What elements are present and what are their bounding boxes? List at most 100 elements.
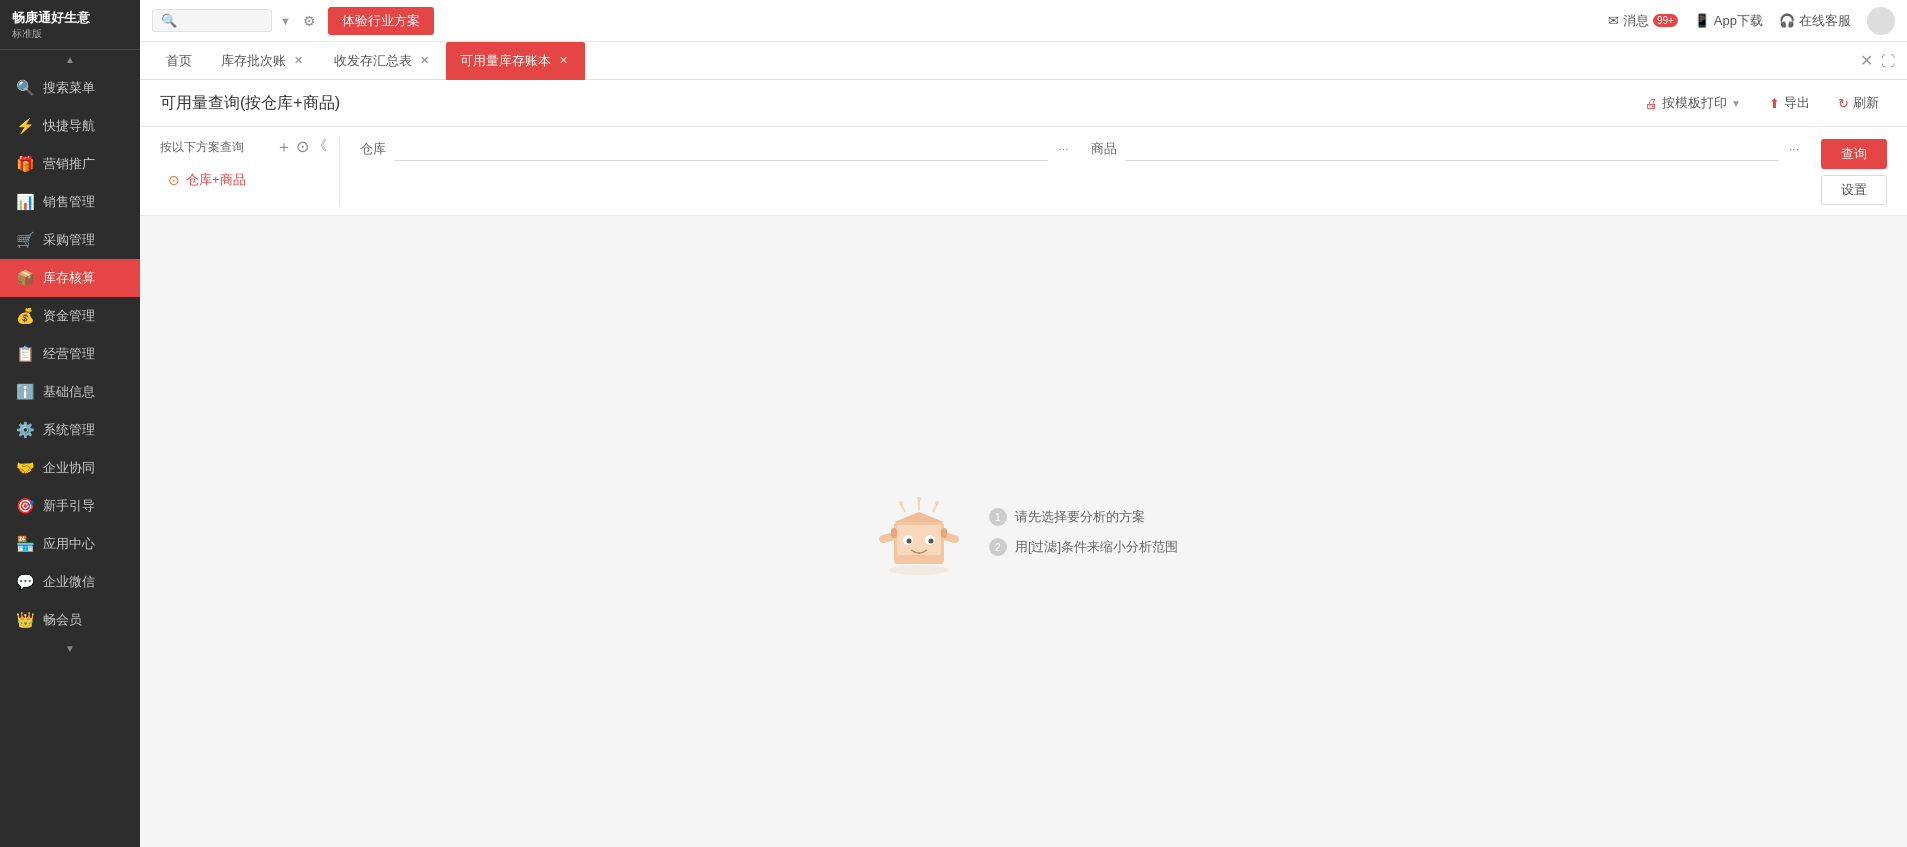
tab-home[interactable]: 首页 xyxy=(152,42,207,80)
goods-label: 商品 xyxy=(1091,140,1117,158)
sidebar-item-finance[interactable]: 💰 资金管理 xyxy=(0,297,140,335)
tab-close-icon[interactable]: ✕ xyxy=(557,53,570,68)
sidebar-item-marketing[interactable]: 🎁 营销推广 xyxy=(0,145,140,183)
headset-icon: 🎧 xyxy=(1779,13,1795,28)
scheme-item-icon: ⊙ xyxy=(168,172,180,188)
settings-scheme-icon[interactable]: ⊙ xyxy=(296,137,309,158)
sidebar-item-app-center[interactable]: 🏪 应用中心 xyxy=(0,525,140,563)
topbar-right: ✉ 消息 99+ 📱 App下载 🎧 在线客服 xyxy=(1608,7,1895,35)
trial-button[interactable]: 体验行业方案 xyxy=(328,7,434,35)
online-service-button[interactable]: 🎧 在线客服 xyxy=(1779,12,1851,30)
empty-tip-1: 1 请先选择要分析的方案 xyxy=(989,508,1178,526)
topbar-search-box[interactable]: 🔍 xyxy=(152,9,272,32)
tabs-right-actions: ✕ ⛶ xyxy=(1860,51,1895,70)
app-download-button[interactable]: 📱 App下载 xyxy=(1694,12,1763,30)
message-badge: 99+ xyxy=(1653,14,1678,27)
sidebar-item-purchase[interactable]: 🛒 采购管理 xyxy=(0,221,140,259)
sidebar-item-guide[interactable]: 🎯 新手引导 xyxy=(0,487,140,525)
tab-available-qty[interactable]: 可用量库存账本 ✕ xyxy=(446,42,585,80)
tab-stock-summary[interactable]: 收发存汇总表 ✕ xyxy=(320,42,446,80)
main-area: 🔍 ▼ ⚙ 体验行业方案 ✉ 消息 99+ 📱 App下载 🎧 在线客服 xyxy=(140,0,1907,847)
svg-point-6 xyxy=(928,538,933,543)
sidebar-item-quick-nav[interactable]: ⚡ 快捷导航 xyxy=(0,107,140,145)
filter-area: 按以下方案查询 ＋ ⊙ 《 ⊙ 仓库+商品 仓库 xyxy=(140,127,1907,216)
scheme-item-label: 仓库+商品 xyxy=(186,171,246,189)
sidebar-item-weixin[interactable]: 💬 企业微信 xyxy=(0,563,140,601)
sidebar-item-system[interactable]: ⚙️ 系统管理 xyxy=(0,411,140,449)
sidebar-item-label: 新手引导 xyxy=(43,497,95,515)
gear-icon[interactable]: ⚙ xyxy=(299,13,320,29)
sidebar-item-enterprise[interactable]: 🤝 企业协同 xyxy=(0,449,140,487)
export-icon: ⬆ xyxy=(1769,96,1780,111)
query-buttons: 查询 设置 xyxy=(1821,137,1887,205)
tab-close-icon[interactable]: ✕ xyxy=(418,53,431,68)
sidebar-item-basic-info[interactable]: ℹ️ 基础信息 xyxy=(0,373,140,411)
close-all-tabs-icon[interactable]: ✕ xyxy=(1860,51,1873,70)
tip-num-1: 1 xyxy=(989,508,1007,526)
tab-bar: 首页 库存批次账 ✕ 收发存汇总表 ✕ 可用量库存账本 ✕ ✕ ⛶ xyxy=(140,42,1907,80)
message-button[interactable]: ✉ 消息 99+ xyxy=(1608,12,1678,30)
avatar[interactable] xyxy=(1867,7,1895,35)
sidebar-item-label: 畅会员 xyxy=(43,611,82,629)
tip-num-2: 2 xyxy=(989,538,1007,556)
sidebar-item-inventory[interactable]: 📦 库存核算 xyxy=(0,259,140,297)
goods-input[interactable] xyxy=(1125,137,1779,161)
app-logo: 畅康通好生意 标准版 xyxy=(0,0,140,50)
filter-field-goods: 商品 ··· xyxy=(1091,137,1802,161)
page-title: 可用量查询(按仓库+商品) xyxy=(160,93,340,114)
online-service-label: 在线客服 xyxy=(1799,12,1851,30)
search-icon: 🔍 xyxy=(16,79,35,97)
scheme-header-actions: ＋ ⊙ 《 xyxy=(276,137,327,158)
sidebar-item-label: 搜索菜单 xyxy=(43,79,95,97)
collapse-icon[interactable]: 《 xyxy=(313,137,327,158)
expand-icon[interactable]: ⛶ xyxy=(1881,53,1895,69)
sidebar-item-member[interactable]: 👑 畅会员 xyxy=(0,601,140,639)
tab-label: 收发存汇总表 xyxy=(334,52,412,70)
sidebar-scroll-up[interactable]: ▲ xyxy=(0,50,140,69)
scheme-panel: 按以下方案查询 ＋ ⊙ 《 ⊙ 仓库+商品 xyxy=(160,137,340,205)
tip-text-1: 请先选择要分析的方案 xyxy=(1015,508,1145,526)
app-download-label: App下载 xyxy=(1714,12,1763,30)
scheme-item-warehouse-goods[interactable]: ⊙ 仓库+商品 xyxy=(160,166,327,194)
guide-icon: 🎯 xyxy=(16,497,35,515)
page-actions: 🖨 按模板打印 ▼ ⬆ 导出 ↻ 刷新 xyxy=(1637,90,1887,116)
svg-line-13 xyxy=(933,504,937,512)
empty-tips: 1 请先选择要分析的方案 2 用[过滤]条件来缩小分析范围 xyxy=(989,508,1178,556)
goods-more-icon[interactable]: ··· xyxy=(1787,140,1801,158)
empty-illustration xyxy=(869,482,969,582)
sidebar-item-operations[interactable]: 📋 经营管理 xyxy=(0,335,140,373)
sidebar-item-label: 系统管理 xyxy=(43,421,95,439)
export-button[interactable]: ⬆ 导出 xyxy=(1761,90,1818,116)
page-header: 可用量查询(按仓库+商品) 🖨 按模板打印 ▼ ⬆ 导出 ↻ 刷新 xyxy=(140,80,1907,127)
app-edition: 标准版 xyxy=(12,27,128,41)
svg-rect-10 xyxy=(941,528,947,538)
warehouse-input[interactable] xyxy=(394,137,1048,161)
tab-close-icon[interactable]: ✕ xyxy=(292,53,305,68)
search-input[interactable] xyxy=(181,14,261,28)
query-button[interactable]: 查询 xyxy=(1821,139,1887,169)
sidebar-item-sales[interactable]: 📊 销售管理 xyxy=(0,183,140,221)
sidebar-item-search[interactable]: 🔍 搜索菜单 xyxy=(0,69,140,107)
warehouse-more-icon[interactable]: ··· xyxy=(1056,140,1070,158)
quick-nav-icon: ⚡ xyxy=(16,117,35,135)
empty-state: 1 请先选择要分析的方案 2 用[过滤]条件来缩小分析范围 xyxy=(140,216,1907,847)
dropdown-arrow-icon: ▼ xyxy=(1731,98,1741,109)
tab-inventory-batch[interactable]: 库存批次账 ✕ xyxy=(207,42,320,80)
enterprise-icon: 🤝 xyxy=(16,459,35,477)
filter-row-1: 仓库 ··· 商品 ··· xyxy=(360,137,1801,161)
search-icon: 🔍 xyxy=(161,13,177,28)
member-icon: 👑 xyxy=(16,611,35,629)
add-scheme-icon[interactable]: ＋ xyxy=(276,137,292,158)
sidebar-item-label: 企业微信 xyxy=(43,573,95,591)
refresh-button[interactable]: ↻ 刷新 xyxy=(1830,90,1887,116)
filter-fields: 仓库 ··· 商品 ··· xyxy=(340,137,1801,205)
sidebar-item-label: 企业协同 xyxy=(43,459,95,477)
svg-point-5 xyxy=(906,538,911,543)
sidebar-scroll-down[interactable]: ▼ xyxy=(0,639,140,658)
message-label: 消息 xyxy=(1623,12,1649,30)
print-button[interactable]: 🖨 按模板打印 ▼ xyxy=(1637,90,1749,116)
sidebar-item-label: 销售管理 xyxy=(43,193,95,211)
dropdown-chevron-icon[interactable]: ▼ xyxy=(280,15,291,27)
settings-button[interactable]: 设置 xyxy=(1821,175,1887,205)
tab-label: 库存批次账 xyxy=(221,52,286,70)
